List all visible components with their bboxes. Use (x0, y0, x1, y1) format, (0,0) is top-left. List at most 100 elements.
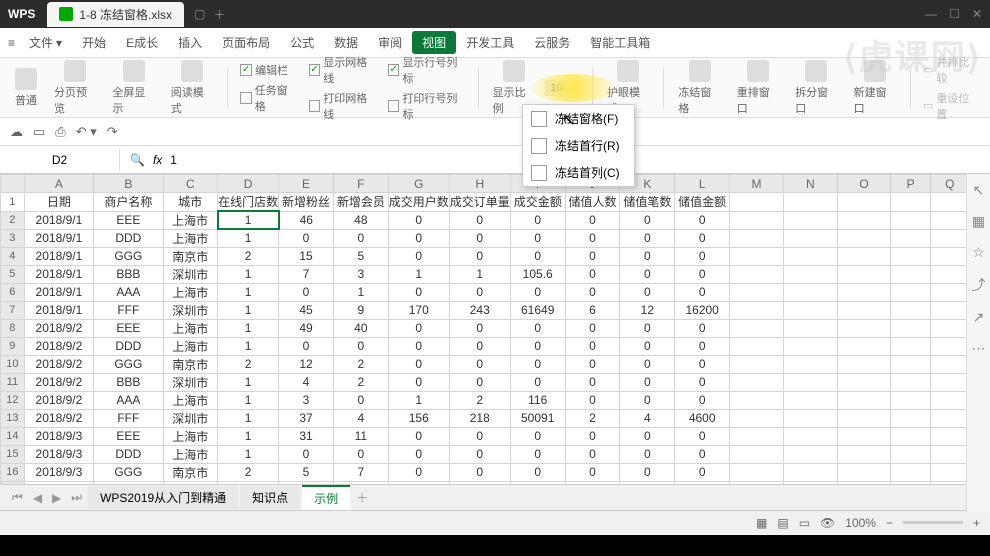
cell[interactable] (837, 211, 891, 229)
cell[interactable]: 0 (675, 391, 730, 409)
cell[interactable] (891, 463, 930, 481)
cell[interactable] (783, 445, 837, 463)
cell[interactable]: 0 (675, 247, 730, 265)
spreadsheet-grid[interactable]: ABCDEFGHIJKLMNOPQ1日期商户名称城市在线门店数新增粉丝新增会员成… (0, 174, 990, 484)
cell[interactable] (783, 373, 837, 391)
header-cell[interactable]: 在线门店数 (218, 193, 279, 212)
col-header[interactable]: O (837, 175, 891, 193)
cell[interactable] (930, 229, 969, 247)
cell[interactable] (930, 265, 969, 283)
cell[interactable] (891, 391, 930, 409)
col-header[interactable]: C (163, 175, 218, 193)
col-header[interactable]: H (449, 175, 510, 193)
star-icon[interactable]: ☆ (972, 244, 985, 261)
row-number[interactable]: 6 (1, 283, 25, 301)
cell[interactable]: 1 (218, 481, 279, 484)
cell[interactable]: 243 (449, 301, 510, 319)
cell[interactable]: 2 (333, 373, 388, 391)
cell[interactable]: 3 (279, 391, 334, 409)
cell[interactable]: 0 (279, 283, 334, 301)
cell[interactable]: DDD (94, 337, 163, 355)
cell[interactable] (730, 373, 784, 391)
menu-dev[interactable]: 开发工具 (456, 31, 524, 54)
cell[interactable]: 116 (510, 391, 565, 409)
cell[interactable]: 0 (675, 481, 730, 484)
cell[interactable]: 3 (333, 265, 388, 283)
print-icon[interactable]: ⎙ (55, 124, 65, 140)
menu-review[interactable]: 审阅 (368, 31, 412, 54)
fx-icon[interactable]: fx (153, 153, 162, 167)
cell[interactable]: 2 (565, 409, 620, 427)
row-number[interactable]: 11 (1, 373, 25, 391)
cell[interactable]: 0 (565, 427, 620, 445)
cell[interactable]: 1 (218, 283, 279, 301)
cell[interactable]: BBB (94, 373, 163, 391)
col-header[interactable]: N (783, 175, 837, 193)
file-menu[interactable]: 文件▾ (19, 31, 72, 54)
read-mode-button[interactable]: 阅读模式 (165, 56, 219, 120)
menu-layout[interactable]: 页面布局 (212, 31, 280, 54)
cell[interactable]: 5 (279, 463, 334, 481)
row-number[interactable]: 9 (1, 337, 25, 355)
cell[interactable]: 2 (218, 463, 279, 481)
row-number[interactable]: 2 (1, 211, 25, 229)
cell[interactable]: 上海市 (163, 319, 218, 337)
share2-icon[interactable]: ↗ (973, 309, 985, 326)
cell[interactable]: 4600 (675, 409, 730, 427)
cell[interactable]: 50091 (510, 409, 565, 427)
col-header[interactable]: G (388, 175, 449, 193)
cell[interactable]: 0 (279, 229, 334, 247)
cell[interactable]: 0 (510, 229, 565, 247)
cell[interactable]: 1 (218, 211, 279, 229)
cell[interactable]: 48 (333, 211, 388, 229)
freeze-panes-item[interactable]: 冻结窗格(F) (523, 105, 634, 132)
more-icon[interactable]: ⋯ (972, 340, 986, 357)
cell[interactable] (930, 337, 969, 355)
cell[interactable] (783, 301, 837, 319)
cell[interactable]: 6 (565, 301, 620, 319)
split-window-button[interactable]: 拆分窗口 (789, 56, 843, 120)
cell[interactable] (837, 283, 891, 301)
fullscreen-button[interactable]: 全屏显示 (106, 56, 160, 120)
add-sheet-button[interactable]: ＋ (352, 489, 372, 506)
cell[interactable] (930, 445, 969, 463)
cell[interactable]: EEE (94, 211, 163, 229)
menu-view[interactable]: 视图 (412, 31, 456, 54)
cell[interactable]: 上海市 (163, 283, 218, 301)
cell[interactable]: 0 (388, 355, 449, 373)
cell[interactable]: 0 (449, 427, 510, 445)
toolbox-icon[interactable]: ▦ (972, 213, 985, 230)
cell[interactable]: 0 (388, 211, 449, 229)
row-number[interactable]: 3 (1, 229, 25, 247)
cell[interactable]: 0 (449, 463, 510, 481)
cell[interactable] (783, 247, 837, 265)
header-cell[interactable]: 城市 (163, 193, 218, 212)
cell[interactable]: 0 (510, 211, 565, 229)
row-number[interactable]: 7 (1, 301, 25, 319)
cell[interactable] (783, 355, 837, 373)
save-icon[interactable]: ☁ (10, 124, 23, 140)
cell[interactable]: 2018/9/3 (24, 463, 93, 481)
header-cell[interactable] (930, 193, 969, 212)
cell[interactable] (837, 391, 891, 409)
cell[interactable] (783, 463, 837, 481)
view-page-icon[interactable]: ▤ (777, 516, 788, 530)
cell[interactable]: 31 (279, 427, 334, 445)
cell[interactable]: 0 (675, 373, 730, 391)
cell[interactable] (837, 319, 891, 337)
cell[interactable] (783, 265, 837, 283)
cell[interactable] (783, 211, 837, 229)
cell[interactable]: 0 (333, 337, 388, 355)
header-cell[interactable]: 成交金额 (510, 193, 565, 212)
cell[interactable]: 61649 (510, 301, 565, 319)
cell[interactable]: 2 (218, 247, 279, 265)
col-header[interactable]: F (333, 175, 388, 193)
search-icon[interactable]: 🔍 (130, 153, 145, 167)
cell[interactable] (837, 427, 891, 445)
header-cell[interactable]: 成交订单量 (449, 193, 510, 212)
cell[interactable]: 37 (279, 409, 334, 427)
cell[interactable]: 0 (620, 229, 675, 247)
cell[interactable]: GGG (94, 355, 163, 373)
cell[interactable] (930, 211, 969, 229)
cell[interactable]: 南京市 (163, 355, 218, 373)
